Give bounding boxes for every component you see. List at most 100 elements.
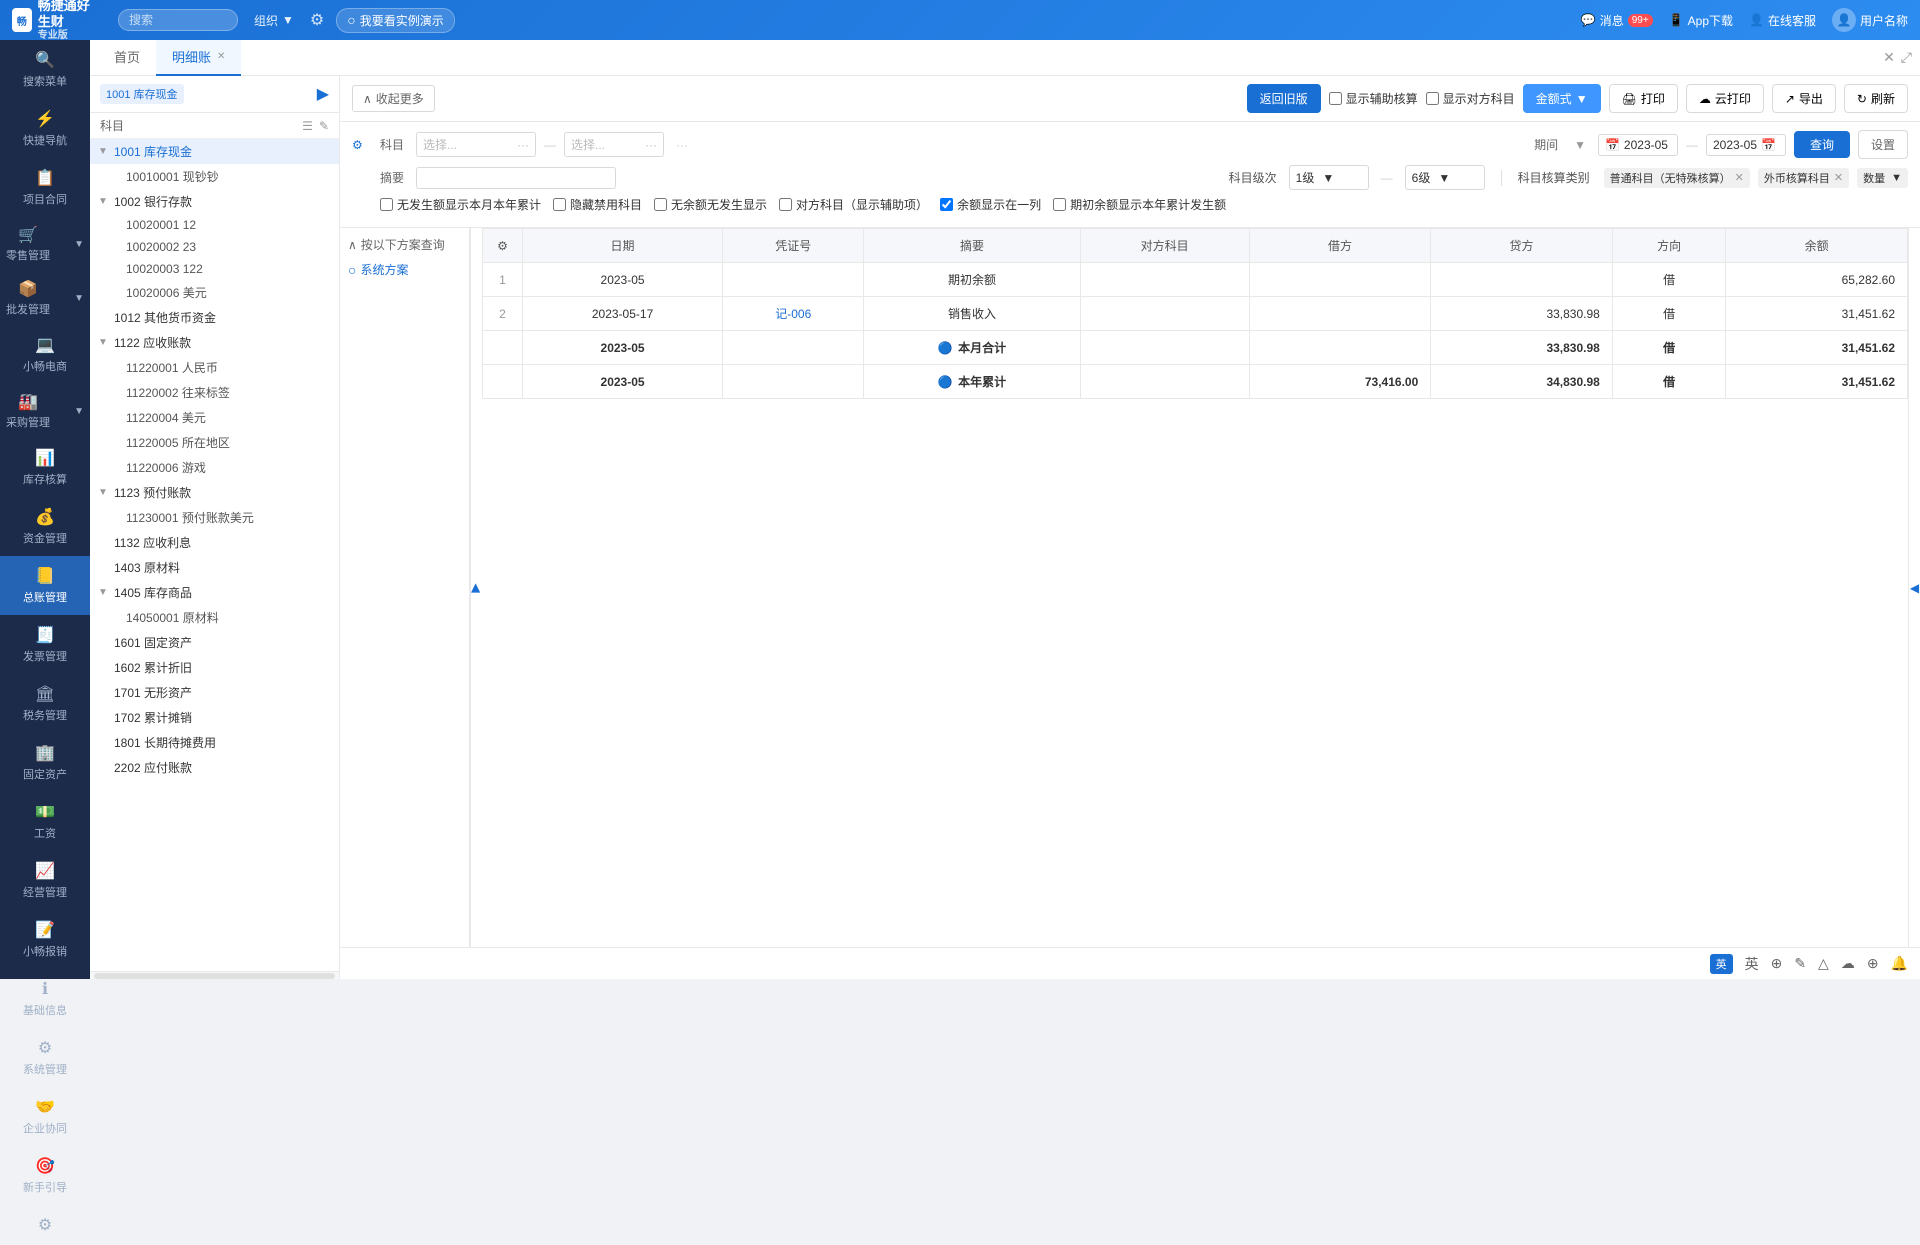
- sidebar-item-capital[interactable]: 💰 资金管理: [0, 497, 90, 556]
- checkbox-opposite-subject[interactable]: 对方科目（显示辅助项）: [779, 196, 928, 213]
- sidebar-item-quicknav[interactable]: ⚡ 快捷导航: [0, 99, 90, 158]
- tree-node-1123[interactable]: ▼ 1123 预付账款: [90, 480, 339, 505]
- check-tag-2[interactable]: 数量 ▼: [1857, 168, 1908, 188]
- check-tag-1[interactable]: 外币核算科目 ✕: [1758, 168, 1849, 188]
- settings-icon[interactable]: ⚙: [310, 10, 324, 30]
- sidebar-item-wholesale[interactable]: 📦 批发管理 ▼: [0, 271, 90, 325]
- tree-node-1403[interactable]: 1403 原材料: [90, 555, 339, 580]
- tree-container[interactable]: ▼ 1001 库存现金 10010001 现钞钞 ▼ 1002: [90, 139, 339, 971]
- user-avatar[interactable]: 👤 用户名称: [1832, 8, 1908, 32]
- show-auxiliary-checkbox[interactable]: 显示辅助核算: [1329, 90, 1418, 107]
- checkbox-no-balance-show[interactable]: 无余额无发生显示: [654, 196, 767, 213]
- check-tag-0[interactable]: 普通科目（无特殊核算） ✕: [1604, 168, 1750, 188]
- table-settings-icon[interactable]: ⚙: [497, 239, 508, 253]
- status-icon-2[interactable]: ⊕: [1771, 955, 1783, 972]
- tree-node-1702[interactable]: 1702 累计摊销: [90, 705, 339, 730]
- cloud-print-button[interactable]: ☁ 云打印: [1686, 84, 1764, 113]
- sidebar-item-cooperation[interactable]: 🤝 企业协同: [0, 1087, 90, 1146]
- voucher-link[interactable]: 记-006: [775, 307, 811, 321]
- refresh-button[interactable]: ↻ 刷新: [1844, 84, 1908, 113]
- status-icon-6[interactable]: ⊕: [1867, 955, 1879, 972]
- sidebar-settings[interactable]: ⚙: [0, 1205, 90, 1245]
- org-dropdown[interactable]: 组织 ▼: [246, 8, 302, 33]
- query-panel-header[interactable]: ∧ 按以下方案查询: [348, 236, 461, 253]
- status-icon-7[interactable]: 🔔: [1891, 955, 1908, 972]
- sidebar-item-operations[interactable]: 📈 经营管理: [0, 851, 90, 910]
- tree-node-10020006[interactable]: 10020006 美元: [90, 280, 339, 305]
- settings-button[interactable]: 设置: [1858, 130, 1908, 159]
- sidebar-item-tax[interactable]: 🏛 税务管理: [0, 674, 90, 733]
- status-icon-1[interactable]: 英: [1745, 954, 1759, 974]
- amount-format-button[interactable]: 金额式 ▼: [1523, 84, 1601, 113]
- tree-node-11220001[interactable]: 11220001 人民币: [90, 355, 339, 380]
- tree-node-1122[interactable]: ▼ 1122 应收账款: [90, 330, 339, 355]
- sidebar-item-invoice[interactable]: 🧾 发票管理: [0, 615, 90, 674]
- tree-node-10020002[interactable]: 10020002 23: [90, 236, 339, 258]
- checkbox-balance-column[interactable]: 余额显示在一列: [940, 196, 1041, 213]
- sidebar-item-ecommerce[interactable]: 💻 小畅电商: [0, 325, 90, 384]
- query-settings-icon[interactable]: ⚙: [352, 138, 372, 152]
- system-plan-option[interactable]: 系统方案: [360, 261, 408, 278]
- tab-home[interactable]: 首页: [98, 40, 156, 76]
- summary-input[interactable]: [416, 167, 616, 189]
- tree-node-11220006[interactable]: 11220006 游戏: [90, 455, 339, 480]
- tree-node-1002[interactable]: ▼ 1002 银行存款: [90, 189, 339, 214]
- left-panel-scrollbar[interactable]: [90, 971, 339, 979]
- tree-node-10020003[interactable]: 10020003 122: [90, 258, 339, 280]
- show-opposite-checkbox[interactable]: 显示对方科目: [1426, 90, 1515, 107]
- tab-detail[interactable]: 明细账 ✕: [156, 40, 241, 76]
- tab-close-icon[interactable]: ✕: [1883, 49, 1895, 66]
- sidebar-item-guide[interactable]: 🎯 新手引导: [0, 1146, 90, 1205]
- global-search-input[interactable]: [118, 9, 238, 31]
- search-button[interactable]: 查询: [1794, 131, 1850, 158]
- check-tag-close-1[interactable]: ✕: [1834, 171, 1843, 184]
- tree-node-1405[interactable]: ▼ 1405 库存商品: [90, 580, 339, 605]
- tree-node-1602[interactable]: 1602 累计折旧: [90, 655, 339, 680]
- sidebar-item-retail[interactable]: 🛒 零售管理 ▼: [0, 217, 90, 271]
- cell-voucher[interactable]: 记-006: [723, 297, 864, 331]
- tree-node-11220005[interactable]: 11220005 所在地区: [90, 430, 339, 455]
- date-end-input[interactable]: 2023-05 📅: [1706, 134, 1786, 156]
- side-collapse-button[interactable]: ◀: [1908, 228, 1920, 947]
- sidebar-item-accounting[interactable]: 📒 总账管理: [0, 556, 90, 615]
- status-icon-5[interactable]: ☁: [1841, 955, 1855, 972]
- subject-select[interactable]: 选择... ···: [416, 132, 536, 157]
- sidebar-item-assets[interactable]: 🏢 固定资产: [0, 733, 90, 792]
- tree-node-1001[interactable]: ▼ 1001 库存现金: [90, 139, 339, 164]
- message-button[interactable]: 💬 消息 99+: [1581, 12, 1653, 29]
- sidebar-item-purchase[interactable]: 🏭 采购管理 ▼: [0, 384, 90, 438]
- date-start-input[interactable]: 📅 2023-05: [1598, 134, 1678, 156]
- language-switch[interactable]: 英: [1710, 954, 1733, 974]
- tree-node-10020001[interactable]: 10020001 12: [90, 214, 339, 236]
- col-settings[interactable]: ⚙: [483, 229, 523, 263]
- account-arrow-icon[interactable]: ▶: [317, 84, 329, 104]
- tree-node-11230001[interactable]: 11230001 预付账款美元: [90, 505, 339, 530]
- level-end-select[interactable]: 6级 ▼: [1405, 165, 1485, 190]
- table-wrapper[interactable]: ⚙ 日期 凭证号 摘要 对方科目 借方 贷方 方向: [482, 228, 1908, 947]
- sidebar-item-salary[interactable]: 💵 工资: [0, 792, 90, 851]
- tree-node-1132[interactable]: 1132 应收利息: [90, 530, 339, 555]
- panel-collapse-button[interactable]: ◀: [470, 228, 482, 947]
- checkbox-opening-balance[interactable]: 期初余额显示本年累计发生额: [1053, 196, 1226, 213]
- subject-select-end[interactable]: 选择... ···: [564, 132, 664, 157]
- print-button[interactable]: 🖨 打印: [1609, 84, 1678, 113]
- tree-filter-icon[interactable]: ☰: [302, 119, 313, 133]
- check-tag-close-0[interactable]: ✕: [1735, 171, 1744, 184]
- expand-more-button[interactable]: ∧ 收起更多: [352, 85, 435, 112]
- tab-expand-icon[interactable]: ⤢: [1901, 49, 1912, 66]
- tree-node-1601[interactable]: 1601 固定资产: [90, 630, 339, 655]
- tree-node-2202[interactable]: 2202 应付账款: [90, 755, 339, 780]
- sidebar-item-project[interactable]: 📋 项目合同: [0, 158, 90, 217]
- sidebar-item-sales[interactable]: 📝 小畅报销: [0, 910, 90, 969]
- sidebar-item-inventory[interactable]: 📊 库存核算: [0, 438, 90, 497]
- checkbox-hide-disabled[interactable]: 隐藏禁用科目: [553, 196, 642, 213]
- tree-node-11220004[interactable]: 11220004 美元: [90, 405, 339, 430]
- export-button[interactable]: ↗ 导出: [1772, 84, 1836, 113]
- sidebar-item-system[interactable]: ⚙ 系统管理: [0, 1028, 90, 1087]
- demo-button[interactable]: ○ 我要看实例演示: [336, 8, 454, 33]
- sidebar-item-basic[interactable]: ℹ 基础信息: [0, 969, 90, 1028]
- tree-edit-icon[interactable]: ✎: [319, 119, 329, 133]
- tree-node-1701[interactable]: 1701 无形资产: [90, 680, 339, 705]
- tree-node-10010001[interactable]: 10010001 现钞钞: [90, 164, 339, 189]
- tree-node-11220002[interactable]: 11220002 往来标签: [90, 380, 339, 405]
